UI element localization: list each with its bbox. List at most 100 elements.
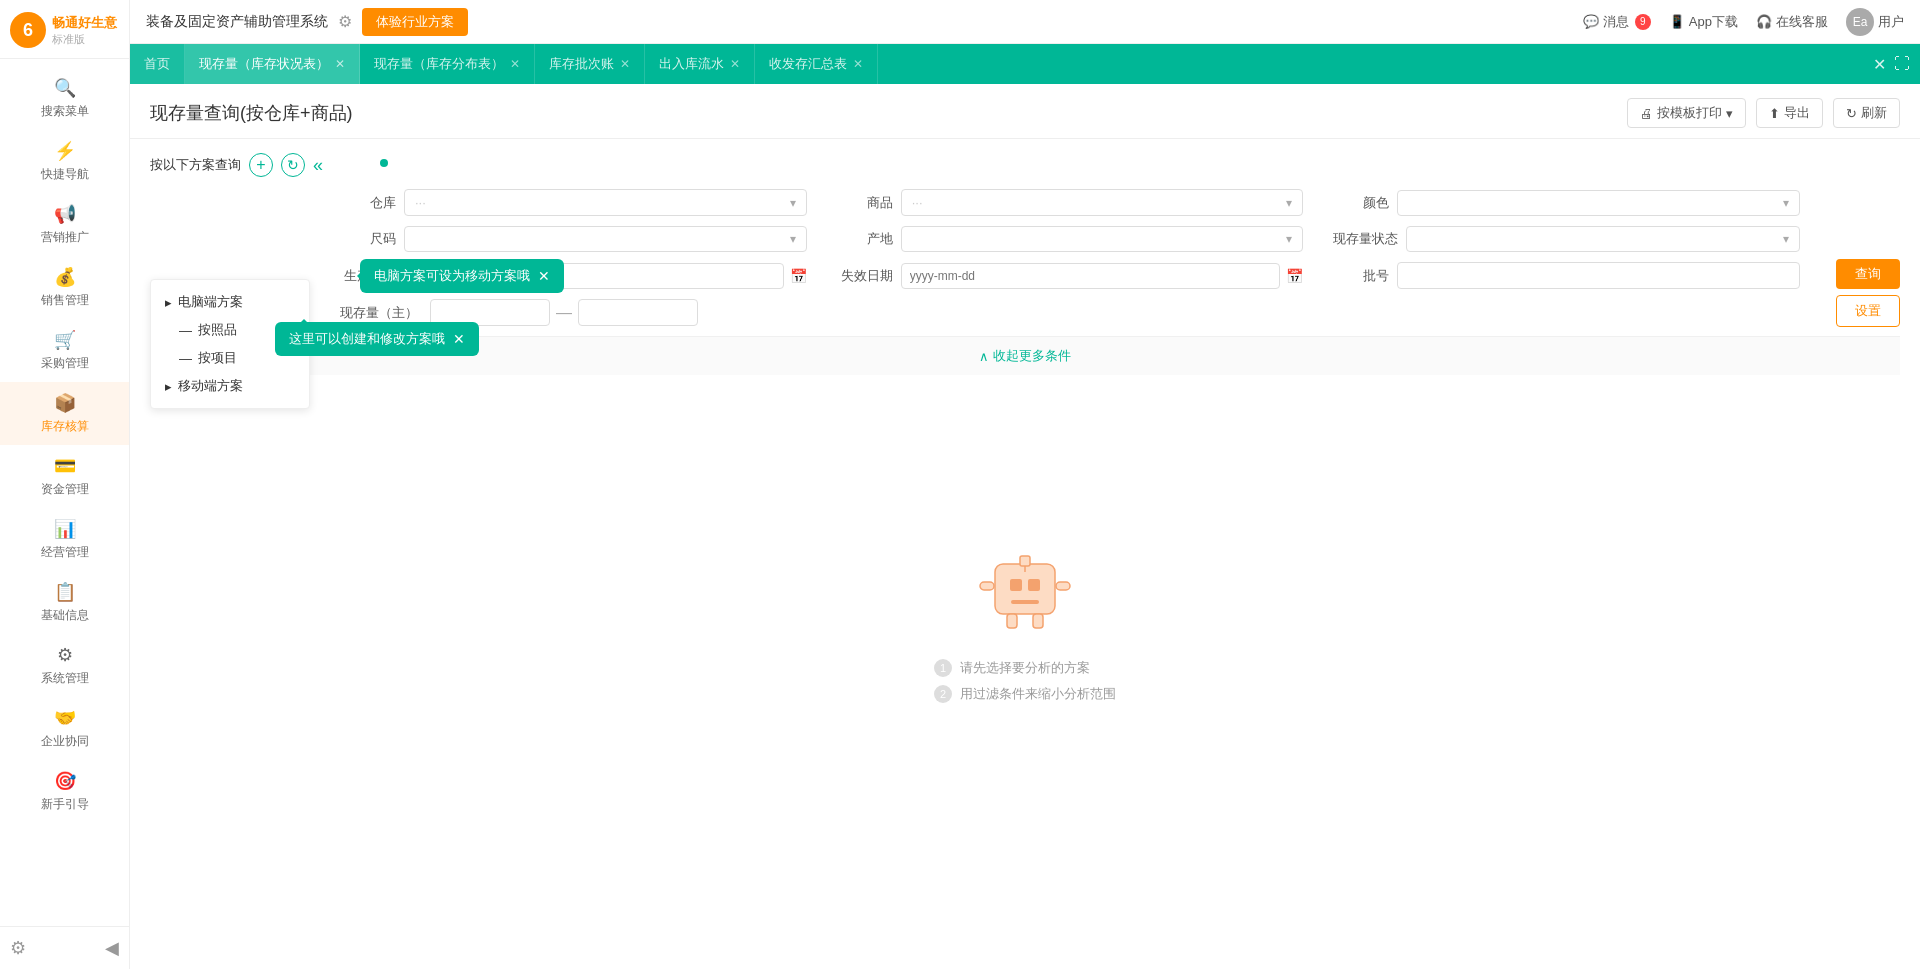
tab-close-batch[interactable]: ✕ [620, 57, 630, 71]
tab-close-summary[interactable]: ✕ [853, 57, 863, 71]
system-title: 装备及固定资产辅助管理系统 [146, 13, 328, 31]
tab-stock-status[interactable]: 现存量（库存状况表） ✕ [185, 44, 360, 84]
tabbar: 首页 现存量（库存状况表） ✕ 现存量（库存分布表） ✕ 库存批次账 ✕ 出入库… [130, 44, 1920, 84]
logo-text: 畅通好生意 标准版 [52, 14, 117, 47]
stock-main-dash: — [556, 304, 572, 322]
svg-rect-6 [980, 582, 994, 590]
svg-rect-3 [1011, 600, 1039, 604]
empty-step-1: 1 请先选择要分析的方案 [934, 659, 1116, 677]
refresh-btn[interactable]: ↻ 刷新 [1833, 98, 1900, 128]
tree-pc-scheme[interactable]: ▸ 电脑端方案 [151, 288, 309, 316]
support-icon: 🎧 [1756, 14, 1772, 29]
tab-close-flow[interactable]: ✕ [730, 57, 740, 71]
color-chevron: ▾ [1783, 196, 1789, 210]
phone-icon: 📱 [1669, 14, 1685, 29]
filter-refresh-btn[interactable]: ↻ [281, 153, 305, 177]
industry-btn[interactable]: 体验行业方案 [362, 8, 468, 36]
online-support-item[interactable]: 🎧 在线客服 [1756, 13, 1828, 31]
sidebar-item-system[interactable]: ⚙ 系统管理 [0, 634, 129, 697]
goods-select[interactable]: ··· ▾ [901, 189, 1304, 216]
tree-child-project-icon: — [179, 351, 192, 366]
expire-date-start[interactable] [901, 263, 1281, 289]
sidebar-item-management[interactable]: 📊 经营管理 [0, 508, 129, 571]
sidebar-item-basic-info[interactable]: 📋 基础信息 [0, 571, 129, 634]
sidebar-bottom: ⚙ ◀ [0, 926, 129, 969]
search-btn-group: 查询 设置 [1836, 259, 1900, 327]
empty-state: 1 请先选择要分析的方案 2 用过滤条件来缩小分析范围 [130, 459, 1920, 751]
warehouse-select[interactable]: ··· ▾ [404, 189, 807, 216]
tab-expand-icon[interactable]: ⛶ [1894, 55, 1910, 73]
topbar: 装备及固定资产辅助管理系统 ⚙ 体验行业方案 💬 消息 9 📱 App下载 🎧 … [130, 0, 1920, 44]
tooltip-create-close[interactable]: ✕ [453, 331, 465, 347]
search-btn[interactable]: 查询 [1836, 259, 1900, 289]
sidebar-item-guide[interactable]: 🎯 新手引导 [0, 760, 129, 823]
sidebar-item-sales[interactable]: 💰 销售管理 [0, 256, 129, 319]
size-chevron: ▾ [790, 232, 796, 246]
goods-dots: ··· [912, 195, 923, 210]
set-btn[interactable]: 设置 [1836, 295, 1900, 327]
filter-item-origin: 产地 ▾ [837, 226, 1304, 252]
print-btn[interactable]: 🖨 按模板打印 ▾ [1627, 98, 1746, 128]
filter-area: 按以下方案查询 + ↻ « ▸ 电脑端方案 — 按照品 — 按项目 [130, 139, 1920, 459]
user-item[interactable]: Ea 用户 [1846, 8, 1904, 36]
page-title: 现存量查询(按仓库+商品) [150, 101, 353, 125]
sidebar-item-quicknav[interactable]: ⚡ 快捷导航 [0, 130, 129, 193]
gear-icon[interactable]: ⚙ [338, 12, 352, 31]
tab-home[interactable]: 首页 [130, 44, 185, 84]
print-dropdown-icon: ▾ [1726, 106, 1733, 121]
tab-flow[interactable]: 出入库流水 ✕ [645, 44, 755, 84]
stock-main-input-end[interactable] [578, 299, 698, 326]
tab-stock-dist[interactable]: 现存量（库存分布表） ✕ [360, 44, 535, 84]
sidebar-item-finance[interactable]: 💳 资金管理 [0, 445, 129, 508]
notice-item[interactable]: 💬 消息 9 [1583, 13, 1651, 31]
filter-back-btn[interactable]: « [313, 155, 323, 176]
goods-chevron: ▾ [1286, 196, 1292, 210]
color-label: 颜色 [1333, 194, 1389, 212]
logo-area: 6 畅通好生意 标准版 [0, 0, 129, 59]
collapse-btn[interactable]: ◀ [105, 937, 119, 959]
sidebar-item-search[interactable]: 🔍 搜索菜单 [0, 67, 129, 130]
prod-date-calendar-icon[interactable]: 📅 [790, 268, 807, 284]
tab-batch[interactable]: 库存批次账 ✕ [535, 44, 645, 84]
page-actions: 🖨 按模板打印 ▾ ⬆ 导出 ↻ 刷新 [1627, 98, 1900, 128]
tab-close-all-icon[interactable]: ✕ [1873, 55, 1886, 74]
tree-mobile-scheme[interactable]: ▸ 移动端方案 [151, 372, 309, 400]
stock-status-chevron: ▾ [1783, 232, 1789, 246]
filter-label-row: 按以下方案查询 + ↻ « [150, 153, 1900, 177]
filter-add-btn[interactable]: + [249, 153, 273, 177]
stock-status-select[interactable]: ▾ [1406, 226, 1800, 252]
filter-label: 按以下方案查询 [150, 156, 241, 174]
expire-date-range: 📅 [901, 263, 1304, 289]
finance-icon: 💳 [54, 455, 76, 477]
batch-no-input[interactable] [1397, 262, 1800, 289]
app-download-item[interactable]: 📱 App下载 [1669, 13, 1738, 31]
system-icon: ⚙ [57, 644, 73, 666]
sidebar-nav: 🔍 搜索菜单 ⚡ 快捷导航 📢 营销推广 💰 销售管理 🛒 采购管理 📦 库存核… [0, 59, 129, 926]
sidebar-item-marketing[interactable]: 📢 营销推广 [0, 193, 129, 256]
size-select[interactable]: ▾ [404, 226, 807, 252]
tab-close-stock-status[interactable]: ✕ [335, 57, 345, 71]
tab-summary[interactable]: 收发存汇总表 ✕ [755, 44, 878, 84]
tooltip-scheme-close[interactable]: ✕ [538, 268, 550, 284]
avatar: Ea [1846, 8, 1874, 36]
color-select[interactable]: ▾ [1397, 190, 1800, 216]
sidebar-item-enterprise[interactable]: 🤝 企业协同 [0, 697, 129, 760]
filter-grid-wrap: 仓库 ··· ▾ 商品 ··· ▾ [340, 189, 1900, 326]
svg-rect-8 [1007, 614, 1017, 628]
quicknav-icon: ⚡ [54, 140, 76, 162]
filter-item-stock-status: 现存量状态 ▾ [1333, 226, 1800, 252]
step2-num: 2 [934, 685, 952, 703]
sidebar-item-purchase[interactable]: 🛒 采购管理 [0, 319, 129, 382]
collapse-up-icon: ∧ [979, 349, 989, 364]
expire-date-calendar-icon[interactable]: 📅 [1286, 268, 1303, 284]
notice-icon: 💬 [1583, 14, 1599, 29]
tooltip-create: 这里可以创建和修改方案哦 ✕ [275, 322, 479, 356]
refresh-icon: ↻ [1846, 106, 1857, 121]
sidebar-item-inventory[interactable]: 📦 库存核算 [0, 382, 129, 445]
export-btn[interactable]: ⬆ 导出 [1756, 98, 1823, 128]
settings-btn[interactable]: ⚙ [10, 937, 26, 959]
origin-select[interactable]: ▾ [901, 226, 1304, 252]
svg-rect-4 [1020, 556, 1030, 566]
expire-date-label: 失效日期 [837, 267, 893, 285]
tab-close-stock-dist[interactable]: ✕ [510, 57, 520, 71]
